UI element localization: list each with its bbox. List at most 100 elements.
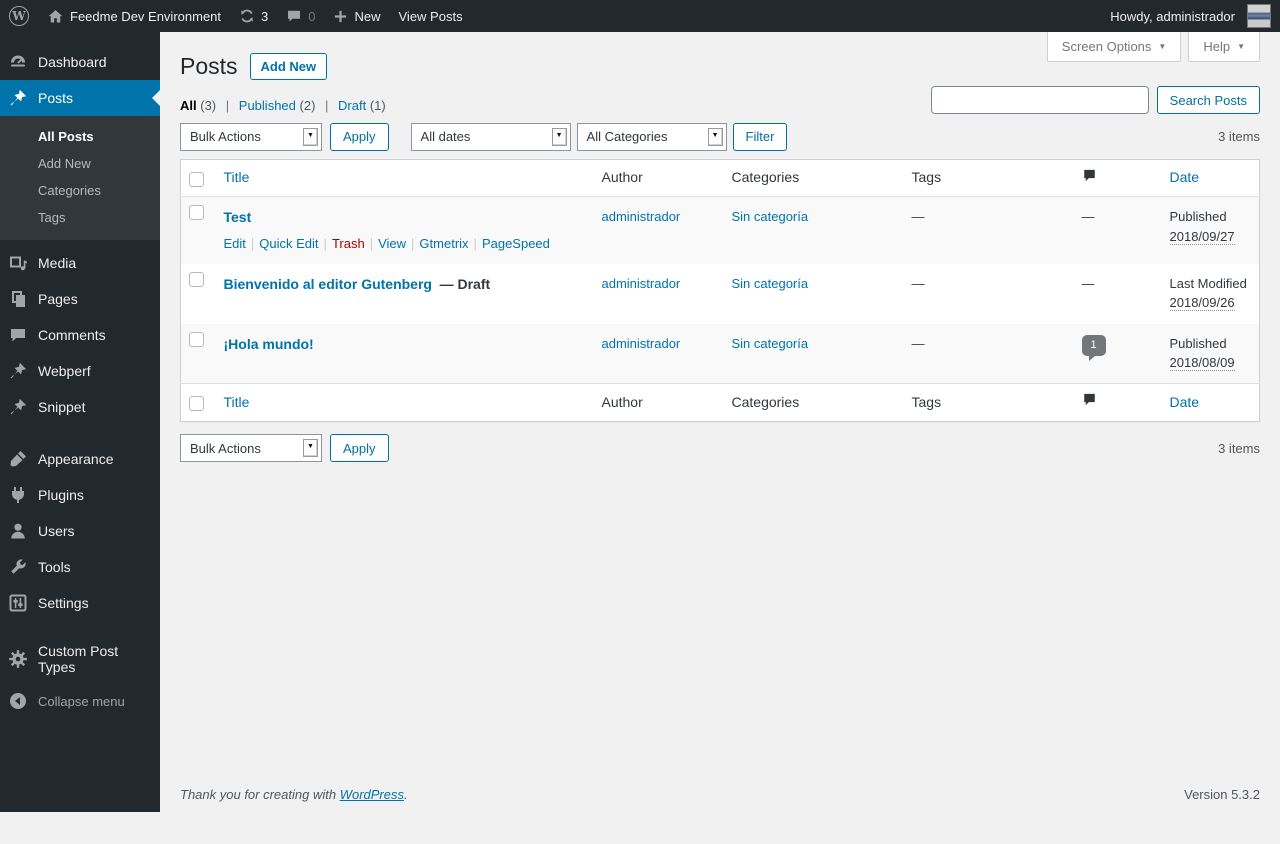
updates-menu[interactable]: 3	[230, 0, 277, 32]
trash-link[interactable]: Trash	[332, 236, 365, 251]
quick-edit-link[interactable]: Quick Edit	[259, 236, 318, 251]
footer-period: .	[404, 787, 408, 802]
submenu-all-posts[interactable]: All Posts	[0, 123, 160, 150]
row-checkbox[interactable]	[189, 332, 204, 347]
footer-thanks-text: Thank you for creating with	[180, 787, 336, 802]
sidebar-item-media[interactable]: Media	[0, 245, 160, 281]
separator: |	[246, 236, 259, 251]
submenu-add-new[interactable]: Add New	[0, 150, 160, 177]
row-checkbox[interactable]	[189, 205, 204, 220]
filter-button[interactable]: Filter	[733, 123, 788, 151]
column-tags: Tags	[912, 394, 942, 410]
comments-column-icon[interactable]	[1082, 168, 1097, 183]
chevron-down-icon: ▼	[1237, 42, 1245, 51]
sidebar-item-pages[interactable]: Pages	[0, 281, 160, 317]
post-title-link[interactable]: Bienvenido al editor Gutenberg	[224, 276, 432, 292]
category-link[interactable]: Sin categoría	[732, 336, 809, 351]
edit-link[interactable]: Edit	[224, 236, 246, 251]
wp-logo-menu[interactable]: W	[0, 0, 38, 32]
tablenav-top: Bulk Actions ▼ Apply All dates ▼ All Cat…	[180, 123, 1260, 151]
post-title-link[interactable]: Test	[224, 209, 252, 225]
sidebar-item-appearance[interactable]: Appearance	[0, 441, 160, 477]
categories-filter-select[interactable]: All Categories ▼	[577, 123, 727, 151]
view-all-link[interactable]: All	[180, 98, 197, 113]
select-all-checkbox[interactable]	[189, 396, 204, 411]
comments-menu[interactable]: 0	[277, 0, 324, 32]
collapse-menu-button[interactable]: Collapse menu	[0, 683, 160, 719]
sidebar-item-dashboard[interactable]: Dashboard	[0, 44, 160, 80]
sidebar-item-label: Pages	[38, 291, 78, 307]
table-row: ¡Hola mundo! administrador Sin categoría…	[181, 324, 1260, 384]
help-button[interactable]: Help ▼	[1188, 32, 1260, 62]
row-checkbox[interactable]	[189, 272, 204, 287]
view-draft-link[interactable]: Draft	[338, 98, 366, 113]
comments-column-icon[interactable]	[1082, 392, 1097, 407]
sidebar-item-label: Dashboard	[38, 54, 107, 70]
sidebar-item-users[interactable]: Users	[0, 513, 160, 549]
categories-filter-value: All Categories	[587, 129, 668, 144]
search-input[interactable]	[931, 86, 1149, 114]
sidebar-item-settings[interactable]: Settings	[0, 585, 160, 621]
sidebar-item-comments[interactable]: Comments	[0, 317, 160, 353]
pagespeed-link[interactable]: PageSpeed	[482, 236, 550, 251]
column-title-sort[interactable]: Title	[224, 169, 250, 185]
brush-icon	[8, 449, 28, 469]
howdy-label: Howdy, administrador	[1110, 9, 1235, 24]
author-link[interactable]: administrador	[602, 276, 681, 291]
column-title-sort[interactable]: Title	[224, 394, 250, 410]
separator: |	[469, 236, 482, 251]
view-posts-menu[interactable]: View Posts	[390, 0, 472, 32]
pin-icon	[8, 397, 28, 417]
column-date-sort[interactable]: Date	[1170, 394, 1200, 410]
admin-sidebar: Dashboard Posts All Posts Add New Catego…	[0, 32, 160, 812]
sidebar-item-label: Snippet	[38, 399, 85, 415]
submenu-tags[interactable]: Tags	[0, 204, 160, 231]
dates-filter-select[interactable]: All dates ▼	[411, 123, 571, 151]
column-date-sort[interactable]: Date	[1170, 169, 1200, 185]
sidebar-item-plugins[interactable]: Plugins	[0, 477, 160, 513]
comment-count-bubble[interactable]: 1	[1082, 335, 1106, 356]
comments-empty: —	[1082, 209, 1095, 224]
author-link[interactable]: administrador	[602, 209, 681, 224]
sidebar-item-custom-post-types[interactable]: Custom Post Types	[0, 635, 160, 683]
bulk-actions-select[interactable]: Bulk Actions ▼	[180, 123, 322, 151]
screen-options-label: Screen Options	[1062, 39, 1152, 54]
add-new-button[interactable]: Add New	[250, 53, 328, 80]
apply-button[interactable]: Apply	[330, 123, 389, 151]
update-icon	[239, 8, 255, 24]
site-name-menu[interactable]: Feedme Dev Environment	[38, 0, 230, 32]
submenu-categories[interactable]: Categories	[0, 177, 160, 204]
sidebar-item-label: Custom Post Types	[38, 643, 152, 675]
search-posts-button[interactable]: Search Posts	[1157, 86, 1260, 114]
comment-bubble-icon	[286, 8, 302, 24]
sidebar-item-label: Plugins	[38, 487, 84, 503]
view-link[interactable]: View	[378, 236, 406, 251]
table-header-row: Title Author Categories Tags Date	[181, 159, 1260, 197]
new-content-menu[interactable]: New	[324, 0, 389, 32]
category-link[interactable]: Sin categoría	[732, 276, 809, 291]
apply-button-bottom[interactable]: Apply	[330, 434, 389, 462]
gear-icon	[8, 649, 28, 669]
wordpress-logo-icon: W	[9, 6, 29, 26]
select-all-checkbox[interactable]	[189, 172, 204, 187]
post-title-link[interactable]: ¡Hola mundo!	[224, 336, 314, 352]
sidebar-item-label: Settings	[38, 595, 89, 611]
separator: |	[319, 98, 334, 113]
view-draft-count: (1)	[370, 98, 386, 113]
my-account-menu[interactable]: Howdy, administrador	[1101, 0, 1280, 32]
sidebar-item-webperf[interactable]: Webperf	[0, 353, 160, 389]
screen-options-button[interactable]: Screen Options ▼	[1047, 32, 1182, 62]
sidebar-item-tools[interactable]: Tools	[0, 549, 160, 585]
gtmetrix-link[interactable]: Gtmetrix	[419, 236, 468, 251]
search-box: Search Posts	[931, 86, 1260, 114]
sidebar-item-posts[interactable]: Posts	[0, 80, 160, 116]
column-categories: Categories	[732, 394, 800, 410]
column-categories: Categories	[732, 169, 800, 185]
sidebar-item-snippet[interactable]: Snippet	[0, 389, 160, 425]
dates-filter-value: All dates	[421, 129, 471, 144]
view-published-link[interactable]: Published	[239, 98, 296, 113]
category-link[interactable]: Sin categoría	[732, 209, 809, 224]
wordpress-link[interactable]: WordPress	[340, 787, 404, 802]
bulk-actions-select-bottom[interactable]: Bulk Actions ▼	[180, 434, 322, 462]
author-link[interactable]: administrador	[602, 336, 681, 351]
